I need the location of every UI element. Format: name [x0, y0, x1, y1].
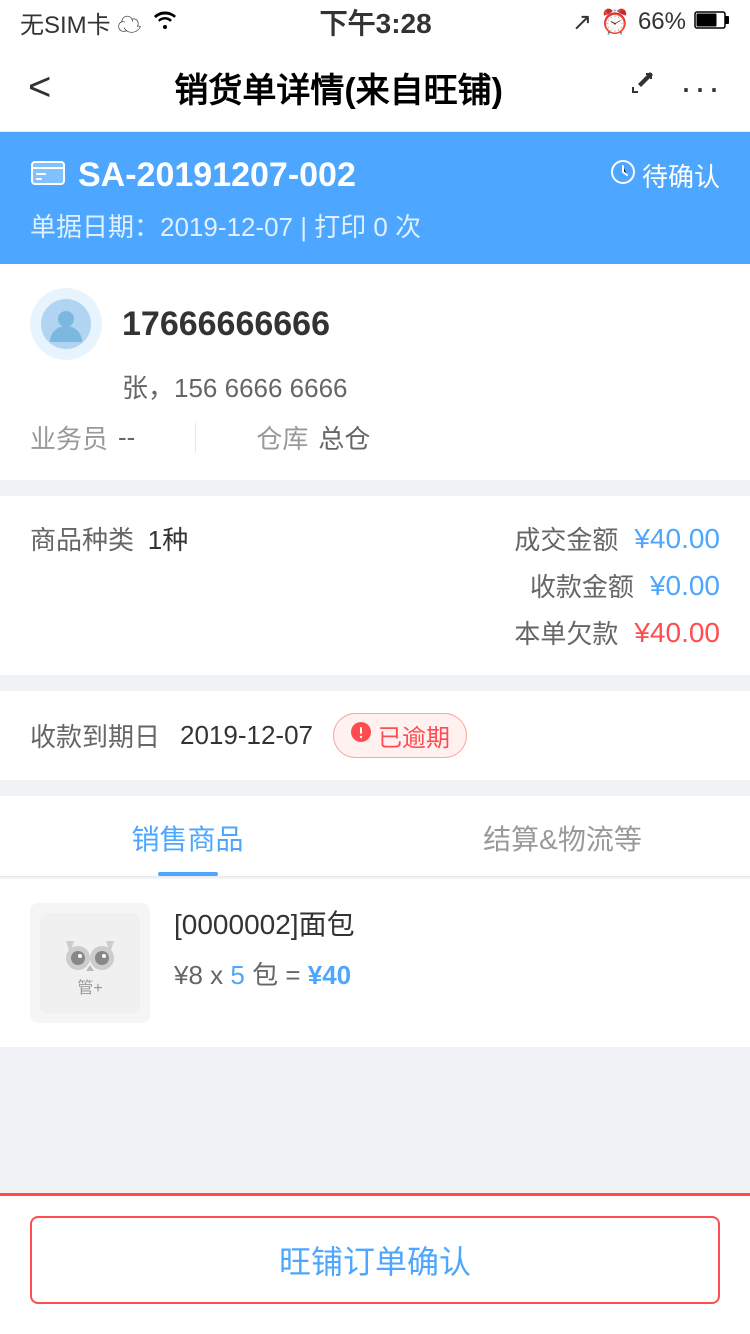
salesperson-label: 业务员	[30, 419, 108, 456]
order-id-row: SA-20191207-002 待确认	[30, 156, 720, 195]
summary-right: 成交金额 ¥40.00 收款金额 ¥0.00 本单欠款 ¥40.00	[514, 520, 720, 651]
page-title: 销货单详情(来自旺铺)	[174, 63, 503, 112]
tab-sales-goods[interactable]: 销售商品	[0, 796, 375, 876]
price-unit: 包	[252, 960, 278, 990]
payment-label: 收款金额	[530, 567, 634, 604]
summary-left: 商品种类 1种	[30, 520, 188, 557]
nav-actions: ···	[626, 67, 722, 109]
owed-amount-row: 本单欠款 ¥40.00	[514, 614, 720, 651]
alarm-icon: ⏰	[600, 8, 630, 37]
price-equals: =	[285, 960, 307, 990]
summary-section: 商品种类 1种 成交金额 ¥40.00 收款金额 ¥0.00 本单欠款 ¥40.…	[0, 496, 750, 675]
tab-settlement[interactable]: 结算&物流等	[375, 796, 750, 876]
kinds-row: 商品种类 1种	[30, 520, 188, 557]
back-button[interactable]: <	[28, 65, 51, 110]
status-bar: 无SIM卡 ☁ 下午3:28 ↗ ⏰ 66%	[0, 0, 750, 44]
product-section: 管+ [0000002]面包 ¥8 x 5 包 = ¥40	[0, 879, 750, 1047]
status-time: 下午3:28	[320, 2, 432, 42]
order-id: SA-20191207-002	[30, 156, 356, 195]
deal-label: 成交金额	[514, 520, 618, 557]
deal-amount-row: 成交金额 ¥40.00	[514, 520, 720, 557]
tabs-container: 销售商品 结算&物流等	[0, 796, 750, 877]
overdue-label: 收款到期日	[30, 717, 160, 754]
warning-icon	[350, 721, 372, 750]
confirm-order-button[interactable]: 旺铺订单确认	[30, 1216, 720, 1304]
order-header: SA-20191207-002 待确认 单据日期：2019-12-07 | 打印…	[0, 132, 750, 264]
salesperson-value: --	[118, 422, 135, 453]
status-left: 无SIM卡 ☁	[20, 5, 179, 40]
customer-detail: 张，156 6666 6666	[30, 368, 720, 405]
payment-value: ¥0.00	[650, 570, 720, 602]
product-price: ¥8 x 5 包 = ¥40	[174, 955, 720, 992]
bottom-spacer	[0, 1063, 750, 1203]
location-icon: ↗	[572, 8, 592, 37]
sim-status: 无SIM卡 ☁	[20, 5, 141, 40]
order-icon	[30, 156, 66, 195]
payment-amount-row: 收款金额 ¥0.00	[530, 567, 720, 604]
battery-status: 66%	[638, 8, 686, 36]
meta-divider	[195, 423, 196, 453]
share-button[interactable]	[626, 69, 656, 107]
overdue-date: 2019-12-07	[180, 720, 313, 751]
overdue-badge: 已逾期	[333, 713, 467, 758]
avatar-icon	[41, 299, 91, 349]
product-thumbnail: 管+	[30, 903, 150, 1023]
kinds-label: 商品种类	[30, 525, 134, 555]
owed-value: ¥40.00	[634, 617, 720, 649]
price-total: ¥40	[308, 960, 351, 990]
battery-icon	[694, 8, 730, 36]
owed-label: 本单欠款	[514, 614, 618, 651]
customer-meta: 业务员 -- 仓库 总仓	[30, 419, 720, 456]
warehouse-label: 仓库	[256, 419, 308, 456]
warehouse-value: 总仓	[318, 419, 370, 456]
nav-bar: < 销货单详情(来自旺铺) ···	[0, 44, 750, 132]
product-name: [0000002]面包	[174, 903, 720, 943]
customer-name: 17666666666	[122, 305, 330, 344]
price-base: ¥8	[174, 960, 203, 990]
confirm-btn-container: 旺铺订单确认	[0, 1193, 750, 1334]
order-status: 待确认	[610, 157, 720, 194]
status-right: ↗ ⏰ 66%	[572, 8, 730, 37]
customer-row: 17666666666	[30, 288, 720, 360]
kinds-value: 1种	[148, 525, 188, 555]
price-qty: 5	[230, 960, 244, 990]
overdue-section: 收款到期日 2019-12-07 已逾期	[0, 691, 750, 780]
salesperson-item: 业务员 --	[30, 419, 135, 456]
clock-icon	[610, 159, 636, 192]
svg-text:管+: 管+	[77, 979, 102, 997]
wifi-icon	[151, 8, 179, 36]
order-date: 单据日期：2019-12-07 | 打印 0 次	[30, 207, 720, 244]
avatar	[30, 288, 102, 360]
more-button[interactable]: ···	[680, 67, 722, 109]
warehouse-item: 仓库 总仓	[256, 419, 370, 456]
price-multiply: x	[210, 960, 230, 990]
deal-value: ¥40.00	[634, 523, 720, 555]
product-info: [0000002]面包 ¥8 x 5 包 = ¥40	[174, 903, 720, 992]
customer-section: 17666666666 张，156 6666 6666 业务员 -- 仓库 总仓	[0, 264, 750, 480]
